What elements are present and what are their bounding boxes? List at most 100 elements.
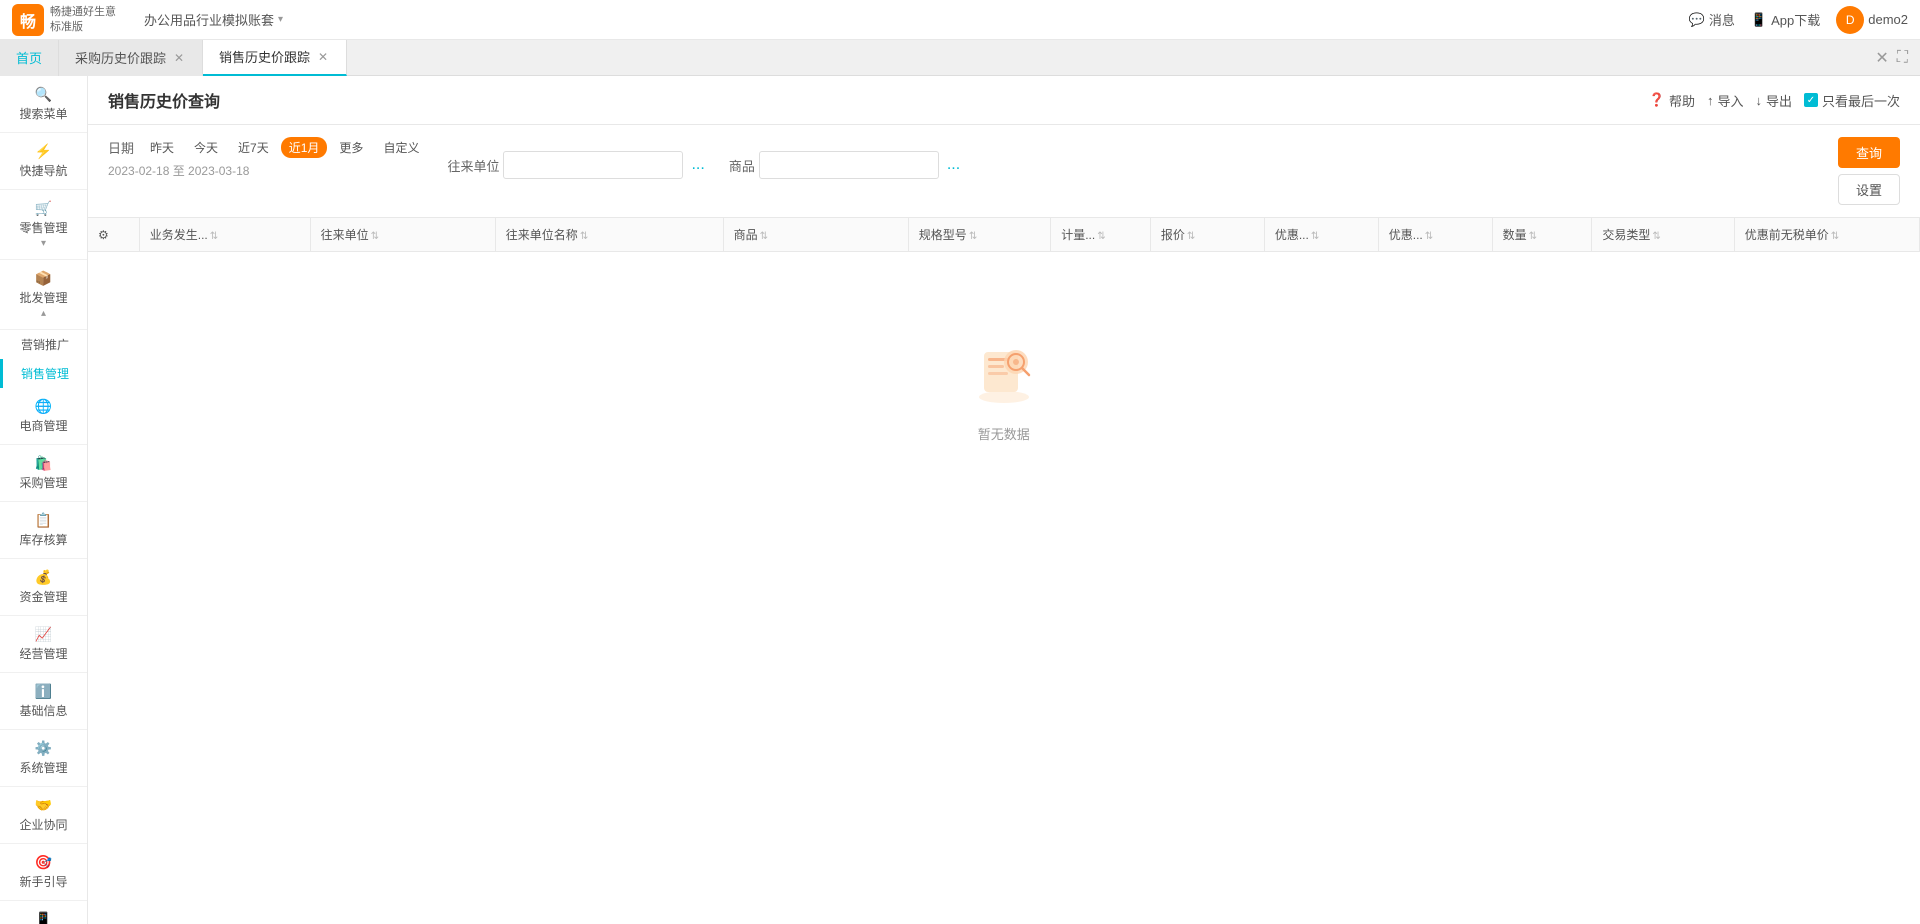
sidebar-item-system-mgmt[interactable]: ⚙️ 系统管理 — [0, 730, 87, 787]
user-avatar: D — [1836, 6, 1864, 34]
only-last-checkbox[interactable]: ✓ — [1804, 93, 1818, 107]
user-menu-btn[interactable]: D demo2 — [1836, 6, 1908, 34]
message-btn[interactable]: 💬 消息 — [1689, 10, 1735, 29]
export-icon: ↓ — [1755, 93, 1762, 108]
sidebar-item-sales-mgmt[interactable]: 销售管理 — [0, 359, 87, 388]
sidebar-item-enterprise-coop[interactable]: 🤝 企业协同 — [0, 787, 87, 844]
sort-counterparty-name-icon: ⇅ — [580, 231, 588, 242]
col-spec[interactable]: 规格型号⇅ — [908, 218, 1050, 252]
app-center-icon: 📱 — [35, 911, 52, 924]
sidebar: 🔍 搜索菜单 ⚡ 快捷导航 🛒 零售管理 ▾ 📦 批发管理 ▴ 营销推广 销售管… — [0, 76, 88, 924]
col-discount2[interactable]: 优惠...⇅ — [1378, 218, 1492, 252]
topbar-left: 畅 畅捷通好生意 标准版 办公用品行业模拟账套 ▾ — [12, 4, 283, 36]
sidebar-item-app-center[interactable]: 📱 应用中心 — [0, 901, 87, 924]
app-title: 办公用品行业模拟账套 — [144, 10, 274, 29]
query-button[interactable]: 查询 — [1838, 137, 1900, 168]
sidebar-label-retail-mgmt: 零售管理 — [19, 219, 67, 236]
col-counterparty[interactable]: 往来单位⇅ — [310, 218, 495, 252]
col-discount1[interactable]: 优惠...⇅ — [1264, 218, 1378, 252]
search-menu-icon: 🔍 — [35, 86, 52, 103]
filter-area: 日期 昨天 今天 近7天 近1月 更多 自定义 2023-02-18 至 202… — [88, 125, 1920, 218]
date-btn-custom[interactable]: 自定义 — [375, 137, 427, 158]
sales-history-close-icon[interactable]: ✕ — [316, 50, 330, 64]
content-area: 销售历史价查询 ❓ 帮助 ↑ 导入 ↓ 导出 ✓ — [88, 76, 1920, 924]
finance-icon: 💰 — [35, 569, 52, 586]
retail-mgmt-icon: 🛒 — [35, 200, 52, 217]
only-last-checkbox-label[interactable]: ✓ 只看最后一次 — [1804, 91, 1900, 110]
download-icon: 📱 — [1751, 12, 1767, 28]
col-biz-date[interactable]: 业务发生...⇅ — [139, 218, 310, 252]
col-quantity[interactable]: 数量⇅ — [1492, 218, 1592, 252]
help-btn[interactable]: ❓ 帮助 — [1649, 91, 1695, 110]
date-filter-label: 日期 — [108, 138, 134, 157]
sidebar-label-enterprise-coop: 企业协同 — [19, 816, 67, 833]
sidebar-item-purchase-mgmt[interactable]: 🛍️ 采购管理 — [0, 445, 87, 502]
col-pre-tax-price[interactable]: 优惠前无税单价⇅ — [1734, 218, 1919, 252]
sidebar-item-inventory[interactable]: 📋 库存核算 — [0, 502, 87, 559]
sidebar-item-ecommerce-mgmt[interactable]: 🌐 电商管理 — [0, 388, 87, 445]
maximize-icon[interactable]: ⛶ — [1897, 49, 1908, 67]
wholesale-arrow-icon: ▴ — [41, 308, 46, 319]
sidebar-label-quick-nav: 快捷导航 — [19, 162, 67, 179]
purchase-history-close-icon[interactable]: ✕ — [172, 51, 186, 65]
sidebar-item-operations[interactable]: 📈 经营管理 — [0, 616, 87, 673]
import-btn[interactable]: ↑ 导入 — [1707, 91, 1744, 110]
sidebar-item-wholesale-mgmt[interactable]: 📦 批发管理 ▴ — [0, 260, 87, 330]
sort-trade-type-icon: ⇅ — [1652, 231, 1660, 242]
table-body: 暂无数据 — [88, 252, 1920, 524]
product-input[interactable] — [759, 151, 939, 179]
export-btn[interactable]: ↓ 导出 — [1755, 91, 1792, 110]
app-dropdown-icon[interactable]: ▾ — [278, 14, 283, 25]
sidebar-label-basic-info: 基础信息 — [19, 702, 67, 719]
product-dots-btn[interactable]: ... — [943, 156, 964, 174]
col-quoted-price[interactable]: 报价⇅ — [1150, 218, 1264, 252]
sidebar-label-sales-mgmt: 销售管理 — [21, 367, 69, 381]
date-btn-today[interactable]: 今天 — [186, 137, 226, 158]
col-unit[interactable]: 计量...⇅ — [1051, 218, 1151, 252]
sidebar-item-finance[interactable]: 💰 资金管理 — [0, 559, 87, 616]
tab-home[interactable]: 首页 — [0, 40, 59, 76]
counterparty-label: 往来单位 — [447, 156, 499, 175]
topbar-right: 💬 消息 📱 App下载 D demo2 — [1689, 6, 1908, 34]
sort-discount2-icon: ⇅ — [1425, 231, 1433, 242]
counterparty-input[interactable] — [503, 151, 683, 179]
date-btn-yesterday[interactable]: 昨天 — [142, 137, 182, 158]
sidebar-item-retail-mgmt[interactable]: 🛒 零售管理 ▾ — [0, 190, 87, 260]
inventory-icon: 📋 — [35, 512, 52, 529]
sidebar-item-quick-nav[interactable]: ⚡ 快捷导航 — [0, 133, 87, 190]
sidebar-item-marketing[interactable]: 营销推广 — [0, 330, 87, 359]
data-table: ⚙ 业务发生...⇅ 往来单位⇅ 往来单位名称⇅ 商品⇅ — [88, 218, 1920, 523]
sidebar-label-operations: 经营管理 — [19, 645, 67, 662]
logo-area: 畅 畅捷通好生意 标准版 — [12, 4, 116, 36]
counterparty-dots-btn[interactable]: ... — [687, 156, 708, 174]
page-actions: ❓ 帮助 ↑ 导入 ↓ 导出 ✓ 只看最后一次 — [1649, 91, 1900, 110]
tab-purchase-history[interactable]: 采购历史价跟踪 ✕ — [59, 40, 203, 76]
settings-icon[interactable]: ⚙ — [98, 228, 109, 242]
sidebar-label-finance: 资金管理 — [19, 588, 67, 605]
col-product[interactable]: 商品⇅ — [723, 218, 908, 252]
col-settings[interactable]: ⚙ — [88, 218, 139, 252]
filter-main-row: 日期 昨天 今天 近7天 近1月 更多 自定义 2023-02-18 至 202… — [108, 137, 1818, 179]
product-filter: 商品 ... — [729, 151, 964, 179]
sales-history-tab-label: 销售历史价跟踪 — [219, 47, 310, 66]
app-download-btn[interactable]: 📱 App下载 — [1751, 10, 1820, 29]
sidebar-label-system-mgmt: 系统管理 — [19, 759, 67, 776]
tab-sales-history[interactable]: 销售历史价跟踪 ✕ — [203, 40, 347, 76]
date-btn-7days[interactable]: 近7天 — [230, 137, 277, 158]
filter-right-actions: 查询 设置 — [1838, 137, 1900, 205]
date-btn-more[interactable]: 更多 — [331, 137, 371, 158]
sidebar-item-basic-info[interactable]: ℹ️ 基础信息 — [0, 673, 87, 730]
page-title: 销售历史价查询 — [108, 88, 220, 112]
tabbar: 首页 采购历史价跟踪 ✕ 销售历史价跟踪 ✕ ✕ ⛶ — [0, 40, 1920, 76]
app-title-area[interactable]: 办公用品行业模拟账套 ▾ — [144, 10, 283, 29]
sidebar-item-search-menu[interactable]: 🔍 搜索菜单 — [0, 76, 87, 133]
sidebar-item-new-guide[interactable]: 🎯 新手引导 — [0, 844, 87, 901]
setting-button[interactable]: 设置 — [1838, 174, 1900, 205]
sort-quoted-price-icon: ⇅ — [1187, 231, 1195, 242]
col-trade-type[interactable]: 交易类型⇅ — [1592, 218, 1734, 252]
col-counterparty-name[interactable]: 往来单位名称⇅ — [495, 218, 723, 252]
sidebar-label-inventory: 库存核算 — [19, 531, 67, 548]
date-btn-1month[interactable]: 近1月 — [281, 137, 328, 158]
table-container: ⚙ 业务发生...⇅ 往来单位⇅ 往来单位名称⇅ 商品⇅ — [88, 218, 1920, 924]
close-all-icon[interactable]: ✕ — [1875, 48, 1888, 68]
